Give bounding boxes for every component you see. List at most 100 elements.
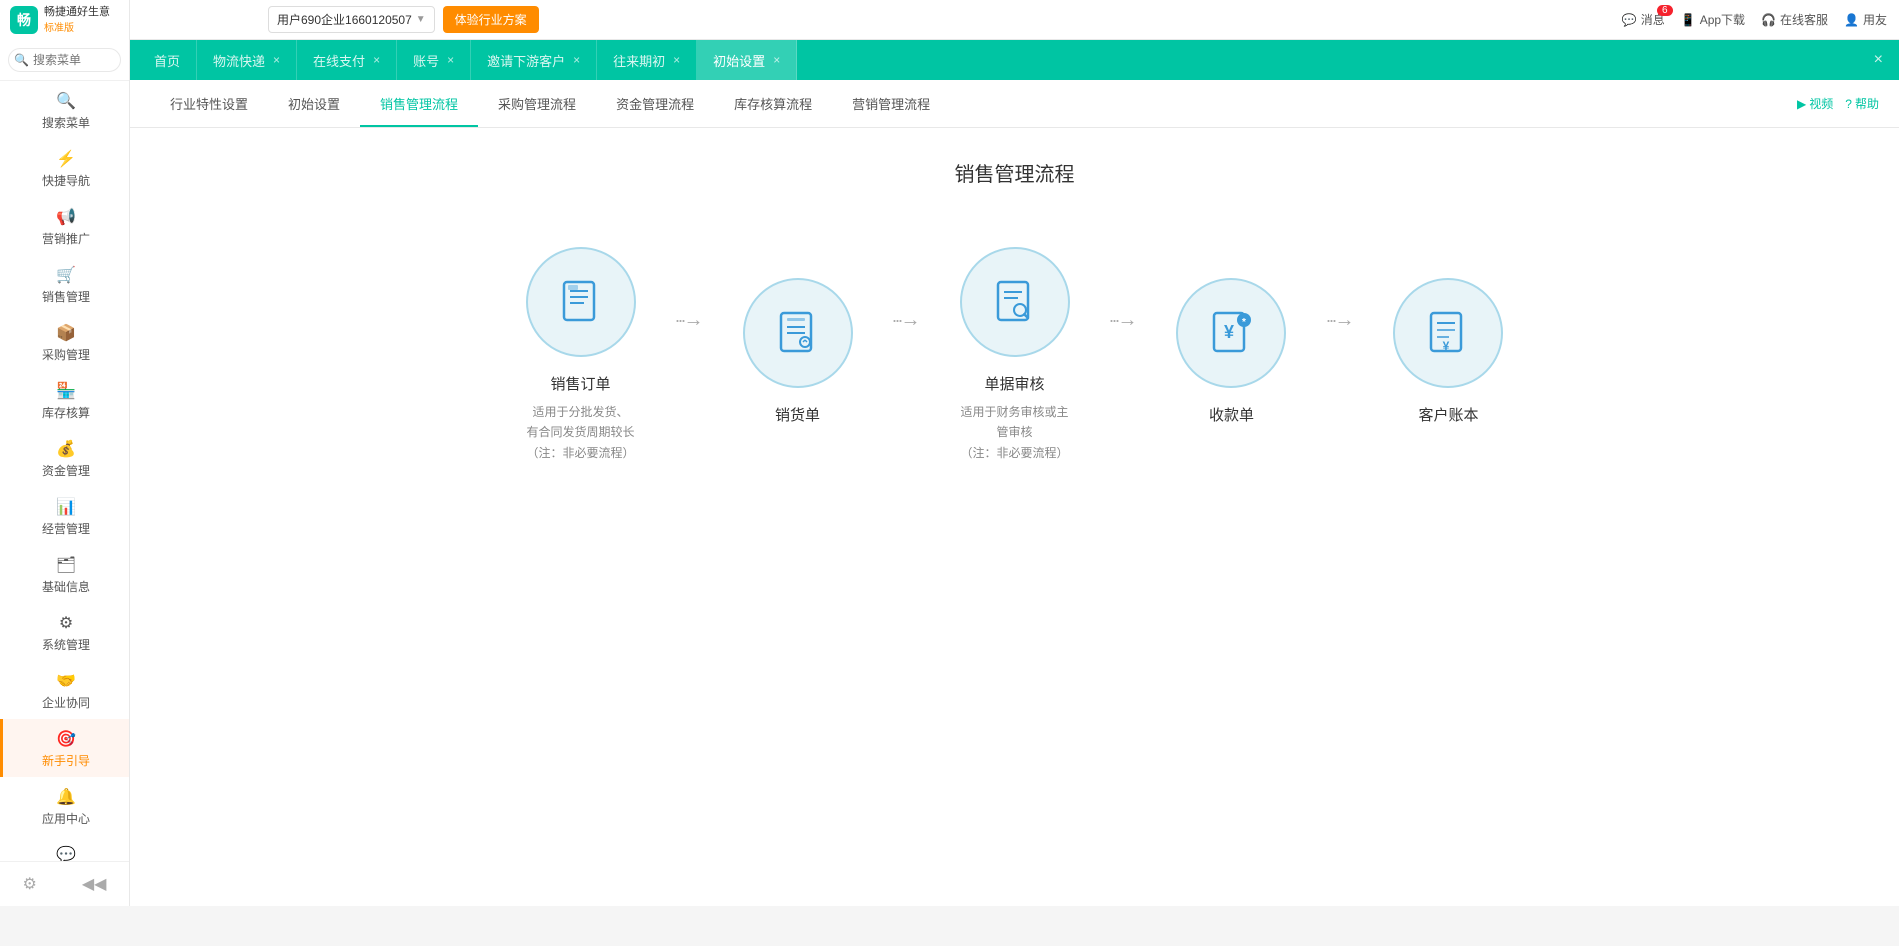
sidebar-item-ops-mgmt[interactable]: 📊 经营管理 <box>0 487 129 545</box>
nav-tab-label-invite-downstream: 邀请下游客户 <box>487 51 565 70</box>
settings-bottom-icon[interactable]: ⚙ <box>19 870 41 898</box>
process-step-customer-ledger[interactable]: ¥ 客户账本 <box>1358 278 1538 433</box>
sidebar-item-sys-mgmt[interactable]: ⚙系统管理 <box>0 603 129 661</box>
nav-icon-app-center: 🔔 <box>56 787 76 807</box>
nav-icon-sales-mgmt: 🛒 <box>56 265 76 285</box>
nav-tab-online-pay[interactable]: 在线支付 × <box>297 40 397 80</box>
nav-tab-period-init[interactable]: 往来期初× <box>597 40 697 80</box>
page-content: 行业特性设置初始设置销售管理流程采购管理流程资金管理流程库存核算流程营销管理流程… <box>130 80 1899 906</box>
step-name-sales-order: 销售订单 <box>551 373 611 394</box>
process-arrow-4: ···→ <box>1325 309 1354 332</box>
sidebar-nav: 🔍 搜索菜单 ⚡快捷导航📢营销推广🛒销售管理 📦 采购管理 🏪库存核算💰资金管理 📊 经营管理… <box>0 81 129 861</box>
sub-tab-purchase-flow[interactable]: 采购管理流程 <box>478 80 596 127</box>
process-step-receipt[interactable]: ¥ * 收款单 <box>1141 278 1321 433</box>
app-download-label: App下载 <box>1700 11 1745 28</box>
sidebar-item-enterprise-collab[interactable]: 🤝企业协同 <box>0 661 129 719</box>
sub-tab-init-settings[interactable]: 初始设置 <box>268 80 360 127</box>
nav-label-ops-mgmt: 经营管理 <box>42 520 90 537</box>
video-link[interactable]: ▶ 视频 <box>1797 95 1833 112</box>
nav-label-app-center: 应用中心 <box>42 810 90 827</box>
nav-icon-finance-mgmt: 💰 <box>56 439 76 459</box>
nav-icon-quick-nav: ⚡ <box>56 149 76 169</box>
nav-tab-home[interactable]: 首页 <box>138 40 197 80</box>
nav-label-new-guide: 新手引导 <box>42 752 90 769</box>
sub-tabs-actions: ▶ 视频 ? 帮助 <box>1797 95 1879 112</box>
step-circle-doc-review <box>960 247 1070 357</box>
collapse-icon[interactable]: ◀◀ <box>78 870 111 898</box>
process-arrow-1: ···→ <box>675 309 704 332</box>
nav-icon-purchase-mgmt: 📦 <box>56 323 76 343</box>
step-circle-receipt: ¥ * <box>1176 278 1286 388</box>
nav-icon-enterprise-collab: 🤝 <box>56 671 76 691</box>
nav-tab-label-online-pay: 在线支付 <box>313 51 365 70</box>
nav-tab-close-account[interactable]: × <box>447 53 454 67</box>
nav-tab-init-settings[interactable]: 初始设置 × <box>697 40 797 80</box>
nav-tab-close-period-init[interactable]: × <box>673 53 680 67</box>
sidebar-item-search[interactable]: 🔍 搜索菜单 <box>0 81 129 139</box>
step-name-doc-review: 单据审核 <box>984 373 1044 394</box>
nav-icon-base-info: 🗂 <box>56 555 76 575</box>
header-left: 畅 畅捷通好生意 标准版 用户690企业1660120507 ▼ 体验行业方案 <box>0 0 539 40</box>
process-arrow-2: ···→ <box>892 309 921 332</box>
process-step-sales-order[interactable]: 销售订单 适用于分批发货、有合同发货周期较长（注：非必要流程） <box>491 247 671 463</box>
sub-tab-sales-flow[interactable]: 销售管理流程 <box>360 80 478 127</box>
app-download-item[interactable]: 📱 App下载 <box>1681 11 1745 28</box>
logo-icon: 畅 <box>10 6 38 34</box>
nav-tab-invite-downstream[interactable]: 邀请下游客户 × <box>471 40 597 80</box>
nav-icon-sys-mgmt: ⚙ <box>59 613 73 633</box>
help-link[interactable]: ? 帮助 <box>1845 95 1879 112</box>
nav-tab-label-logistics: 物流快递 <box>213 51 265 70</box>
sub-tab-finance-flow[interactable]: 资金管理流程 <box>596 80 714 127</box>
message-icon-item[interactable]: 💬 消息 6 <box>1622 11 1665 28</box>
top-header: 畅 畅捷通好生意 标准版 用户690企业1660120507 ▼ 体验行业方案 … <box>0 0 1899 40</box>
nav-icon-ops-mgmt: 📊 <box>56 497 76 517</box>
sidebar-item-inventory[interactable]: 🏪库存核算 <box>0 371 129 429</box>
nav-tabs-bar: 首页物流快递×在线支付×账号×邀请下游客户×往来期初×初始设置×× <box>130 40 1899 80</box>
process-content: 销售管理流程 销售订单 适用于分批发货、有合同发货周期较长（注：非必要流程） ·… <box>130 128 1899 493</box>
help-icon: ? <box>1845 97 1852 111</box>
app-download-icon: 📱 <box>1681 13 1696 27</box>
nav-icon-enterprise-wechat: 💬 <box>56 845 76 861</box>
nav-label-inventory: 库存核算 <box>42 404 90 421</box>
nav-tab-close-init-settings[interactable]: × <box>773 53 780 67</box>
close-all-tabs[interactable]: × <box>1866 51 1891 69</box>
sidebar-item-new-guide[interactable]: 🎯新手引导 <box>0 719 129 777</box>
nav-tab-label-init-settings: 初始设置 <box>713 51 765 70</box>
sidebar-item-base-info[interactable]: 🗂基础信息 <box>0 545 129 603</box>
online-service-label: 在线客服 <box>1780 11 1828 28</box>
user-avatar-item[interactable]: 👤 用友 <box>1844 11 1887 28</box>
step-name-customer-ledger: 客户账本 <box>1418 404 1478 425</box>
nav-label-purchase-mgmt: 采购管理 <box>42 346 90 363</box>
logo-title: 畅捷通好生意 <box>44 5 110 19</box>
sub-tab-industry-settings[interactable]: 行业特性设置 <box>150 80 268 127</box>
sub-tab-marketing-flow[interactable]: 营销管理流程 <box>832 80 950 127</box>
process-step-doc-review[interactable]: 单据审核 适用于财务审核或主管审核（注：非必要流程） <box>925 247 1105 463</box>
sidebar-item-purchase-mgmt[interactable]: 📦 采购管理 <box>0 313 129 371</box>
sub-tab-inventory-flow[interactable]: 库存核算流程 <box>714 80 832 127</box>
step-circle-sales-delivery <box>743 278 853 388</box>
nav-tab-account[interactable]: 账号× <box>397 40 471 80</box>
experience-btn[interactable]: 体验行业方案 <box>443 6 539 33</box>
logo-text-block: 畅捷通好生意 标准版 <box>44 5 110 34</box>
nav-tab-close-logistics[interactable]: × <box>273 53 280 67</box>
message-icon: 💬 <box>1622 13 1637 27</box>
process-flow: 销售订单 适用于分批发货、有合同发货周期较长（注：非必要流程） ···→ 销货单… <box>170 247 1859 463</box>
sidebar-item-quick-nav[interactable]: ⚡快捷导航 <box>0 139 129 197</box>
user-dropdown-arrow: ▼ <box>416 14 426 25</box>
sidebar-item-app-center[interactable]: 🔔 应用中心 <box>0 777 129 835</box>
nav-icon-search: 🔍 <box>56 91 76 111</box>
nav-label-search: 搜索菜单 <box>42 114 90 131</box>
sidebar-item-finance-mgmt[interactable]: 💰资金管理 <box>0 429 129 487</box>
sidebar-item-sales-mgmt[interactable]: 🛒销售管理 <box>0 255 129 313</box>
process-step-sales-delivery[interactable]: 销货单 <box>708 278 888 433</box>
sidebar-item-marketing-promo[interactable]: 📢营销推广 <box>0 197 129 255</box>
online-service-item[interactable]: 🎧 在线客服 <box>1761 11 1828 28</box>
process-title: 销售管理流程 <box>170 158 1859 187</box>
nav-tab-close-invite-downstream[interactable]: × <box>573 53 580 67</box>
nav-tab-close-online-pay[interactable]: × <box>373 53 380 67</box>
nav-tab-logistics[interactable]: 物流快递 × <box>197 40 297 80</box>
sidebar-item-enterprise-wechat[interactable]: 💬企业微信 <box>0 835 129 861</box>
process-arrow-3: ···→ <box>1109 309 1138 332</box>
step-name-receipt: 收款单 <box>1209 404 1254 425</box>
user-selector[interactable]: 用户690企业1660120507 ▼ <box>268 6 435 33</box>
